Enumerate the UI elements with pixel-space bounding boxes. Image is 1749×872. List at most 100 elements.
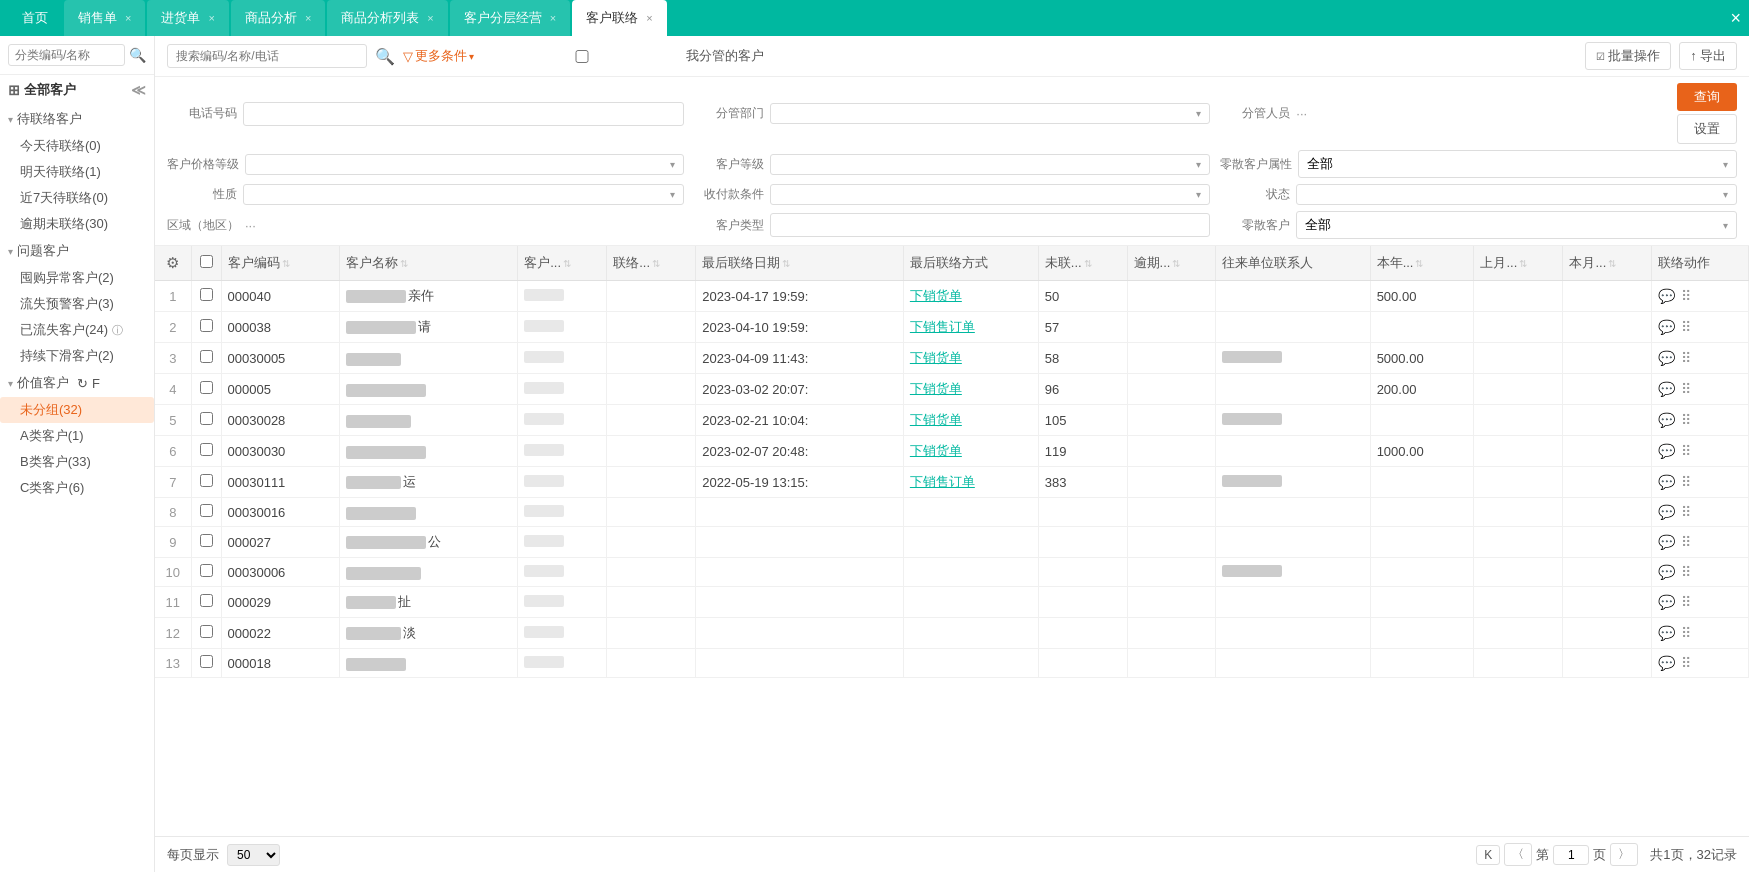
row-checkbox[interactable] — [200, 564, 213, 577]
nav-tab-goods-list[interactable]: 商品分析列表 × — [327, 0, 447, 36]
filter-retail-customer-select[interactable]: 全部 ▾ — [1296, 211, 1737, 239]
last-way-link[interactable]: 下销货单 — [910, 288, 962, 303]
row-checkbox[interactable] — [200, 594, 213, 607]
chat-icon[interactable]: 💬 — [1658, 504, 1675, 520]
row-checkbox-cell[interactable] — [191, 527, 221, 558]
sidebar-item-declining[interactable]: 持续下滑客户(2) — [0, 343, 154, 369]
nav-tab-goods-list-close[interactable]: × — [427, 12, 433, 24]
row-checkbox-cell[interactable] — [191, 281, 221, 312]
nav-tab-customer-tier[interactable]: 客户分层经营 × — [450, 0, 570, 36]
chat-icon[interactable]: 💬 — [1658, 350, 1675, 366]
last-way-link[interactable]: 下销售订单 — [910, 474, 975, 489]
sidebar-group-problem[interactable]: ▾ 问题客户 — [0, 237, 154, 265]
row-checkbox-cell[interactable] — [191, 405, 221, 436]
next-page-button[interactable]: 〉 — [1610, 843, 1638, 866]
row-checkbox-cell[interactable] — [191, 558, 221, 587]
more-icon[interactable]: ⠿ — [1681, 319, 1691, 335]
chat-icon[interactable]: 💬 — [1658, 381, 1675, 397]
row-checkbox[interactable] — [200, 474, 213, 487]
row-checkbox-cell[interactable] — [191, 374, 221, 405]
sidebar-group-value[interactable]: ▾ 价值客户 ↻ F — [0, 369, 154, 397]
first-page-button[interactable]: K — [1476, 845, 1500, 865]
more-icon[interactable]: ⠿ — [1681, 594, 1691, 610]
sort-icon-7[interactable]: ⇅ — [1172, 258, 1180, 269]
sidebar-item-overdue[interactable]: 逾期未联络(30) — [0, 211, 154, 237]
query-button[interactable]: 查询 — [1677, 83, 1737, 111]
row-checkbox-cell[interactable] — [191, 498, 221, 527]
th-checkbox[interactable] — [191, 246, 221, 281]
nav-tab-goods-analysis[interactable]: 商品分析 × — [231, 0, 325, 36]
chat-icon[interactable]: 💬 — [1658, 594, 1675, 610]
row-checkbox[interactable] — [200, 288, 213, 301]
more-conditions-button[interactable]: ▽ 更多条件 ▾ — [403, 47, 474, 65]
chat-icon[interactable]: 💬 — [1658, 625, 1675, 641]
export-button[interactable]: ↑ 导出 — [1679, 42, 1737, 70]
row-checkbox[interactable] — [200, 381, 213, 394]
nav-tab-customer-tier-close[interactable]: × — [550, 12, 556, 24]
last-way-link[interactable]: 下销货单 — [910, 412, 962, 427]
more-icon[interactable]: ⠿ — [1681, 504, 1691, 520]
chat-icon[interactable]: 💬 — [1658, 319, 1675, 335]
chat-icon[interactable]: 💬 — [1658, 412, 1675, 428]
sidebar-item-ungrouped[interactable]: 未分组(32) — [0, 397, 154, 423]
search-input[interactable] — [167, 44, 367, 68]
row-checkbox[interactable] — [200, 504, 213, 517]
my-customers-check[interactable] — [482, 50, 682, 63]
sort-icon-8[interactable]: ⇅ — [1415, 258, 1423, 269]
row-checkbox-cell[interactable] — [191, 343, 221, 374]
batch-op-button[interactable]: ☑ 批量操作 — [1585, 42, 1671, 70]
search-button[interactable]: 🔍 — [375, 47, 395, 66]
nav-tab-purchase[interactable]: 进货单 × — [147, 0, 228, 36]
nav-tab-goods-analysis-close[interactable]: × — [305, 12, 311, 24]
chat-icon[interactable]: 💬 — [1658, 443, 1675, 459]
chat-icon[interactable]: 💬 — [1658, 474, 1675, 490]
row-checkbox[interactable] — [200, 625, 213, 638]
row-checkbox-cell[interactable] — [191, 618, 221, 649]
row-checkbox-cell[interactable] — [191, 649, 221, 678]
chat-icon[interactable]: 💬 — [1658, 534, 1675, 550]
chat-icon[interactable]: 💬 — [1658, 564, 1675, 580]
nav-tab-sales-close[interactable]: × — [125, 12, 131, 24]
chat-icon[interactable]: 💬 — [1658, 288, 1675, 304]
sidebar-search-input[interactable] — [8, 44, 125, 66]
more-icon[interactable]: ⠿ — [1681, 564, 1691, 580]
more-icon[interactable]: ⠿ — [1681, 655, 1691, 671]
chat-icon[interactable]: 💬 — [1658, 655, 1675, 671]
filter-manager-dots[interactable]: ··· — [1296, 106, 1307, 121]
my-customers-checkbox[interactable]: 我分管的客户 — [482, 47, 764, 65]
row-checkbox-cell[interactable] — [191, 436, 221, 467]
nav-tab-home[interactable]: 首页 — [8, 0, 62, 36]
row-checkbox-cell[interactable] — [191, 312, 221, 343]
nav-tab-customer-contact[interactable]: 客户联络 × — [572, 0, 666, 36]
th-settings[interactable]: ⚙ — [155, 246, 191, 281]
page-input[interactable] — [1553, 845, 1589, 865]
sort-icon-6[interactable]: ⇅ — [1084, 258, 1092, 269]
close-all-button[interactable]: × — [1730, 8, 1741, 29]
more-icon[interactable]: ⠿ — [1681, 350, 1691, 366]
more-icon[interactable]: ⠿ — [1681, 443, 1691, 459]
more-icon[interactable]: ⠿ — [1681, 412, 1691, 428]
per-page-select[interactable]: 50 100 — [227, 844, 280, 866]
sort-icon-9[interactable]: ⇅ — [1519, 258, 1527, 269]
reset-button[interactable]: 设置 — [1677, 114, 1737, 144]
sidebar-item-lost[interactable]: 已流失客户(24) ⓘ — [0, 317, 154, 343]
more-icon[interactable]: ⠿ — [1681, 288, 1691, 304]
sort-icon-3[interactable]: ⇅ — [563, 258, 571, 269]
sidebar-item-churn-warning[interactable]: 流失预警客户(3) — [0, 291, 154, 317]
sidebar-group-pending[interactable]: ▾ 待联络客户 — [0, 105, 154, 133]
nav-tab-customer-contact-close[interactable]: × — [646, 12, 652, 24]
filter-customer-grade-select[interactable]: ▾ — [770, 154, 1211, 175]
row-checkbox-cell[interactable] — [191, 587, 221, 618]
last-way-link[interactable]: 下销售订单 — [910, 319, 975, 334]
sidebar-all-customers[interactable]: ⊞ 全部客户 ≪ — [0, 75, 154, 105]
prev-page-button[interactable]: 〈 — [1504, 843, 1532, 866]
last-way-link[interactable]: 下销货单 — [910, 443, 962, 458]
refresh-icon[interactable]: ↻ — [77, 376, 88, 391]
filter-retail-attr-select[interactable]: 全部 ▾ — [1298, 150, 1737, 178]
more-icon[interactable]: ⠿ — [1681, 381, 1691, 397]
sidebar-search-icon[interactable]: 🔍 — [129, 47, 146, 63]
more-icon[interactable]: ⠿ — [1681, 625, 1691, 641]
sidebar-collapse-icon[interactable]: ≪ — [131, 82, 146, 98]
sidebar-item-tomorrow[interactable]: 明天待联络(1) — [0, 159, 154, 185]
sidebar-item-class-c[interactable]: C类客户(6) — [0, 475, 154, 501]
